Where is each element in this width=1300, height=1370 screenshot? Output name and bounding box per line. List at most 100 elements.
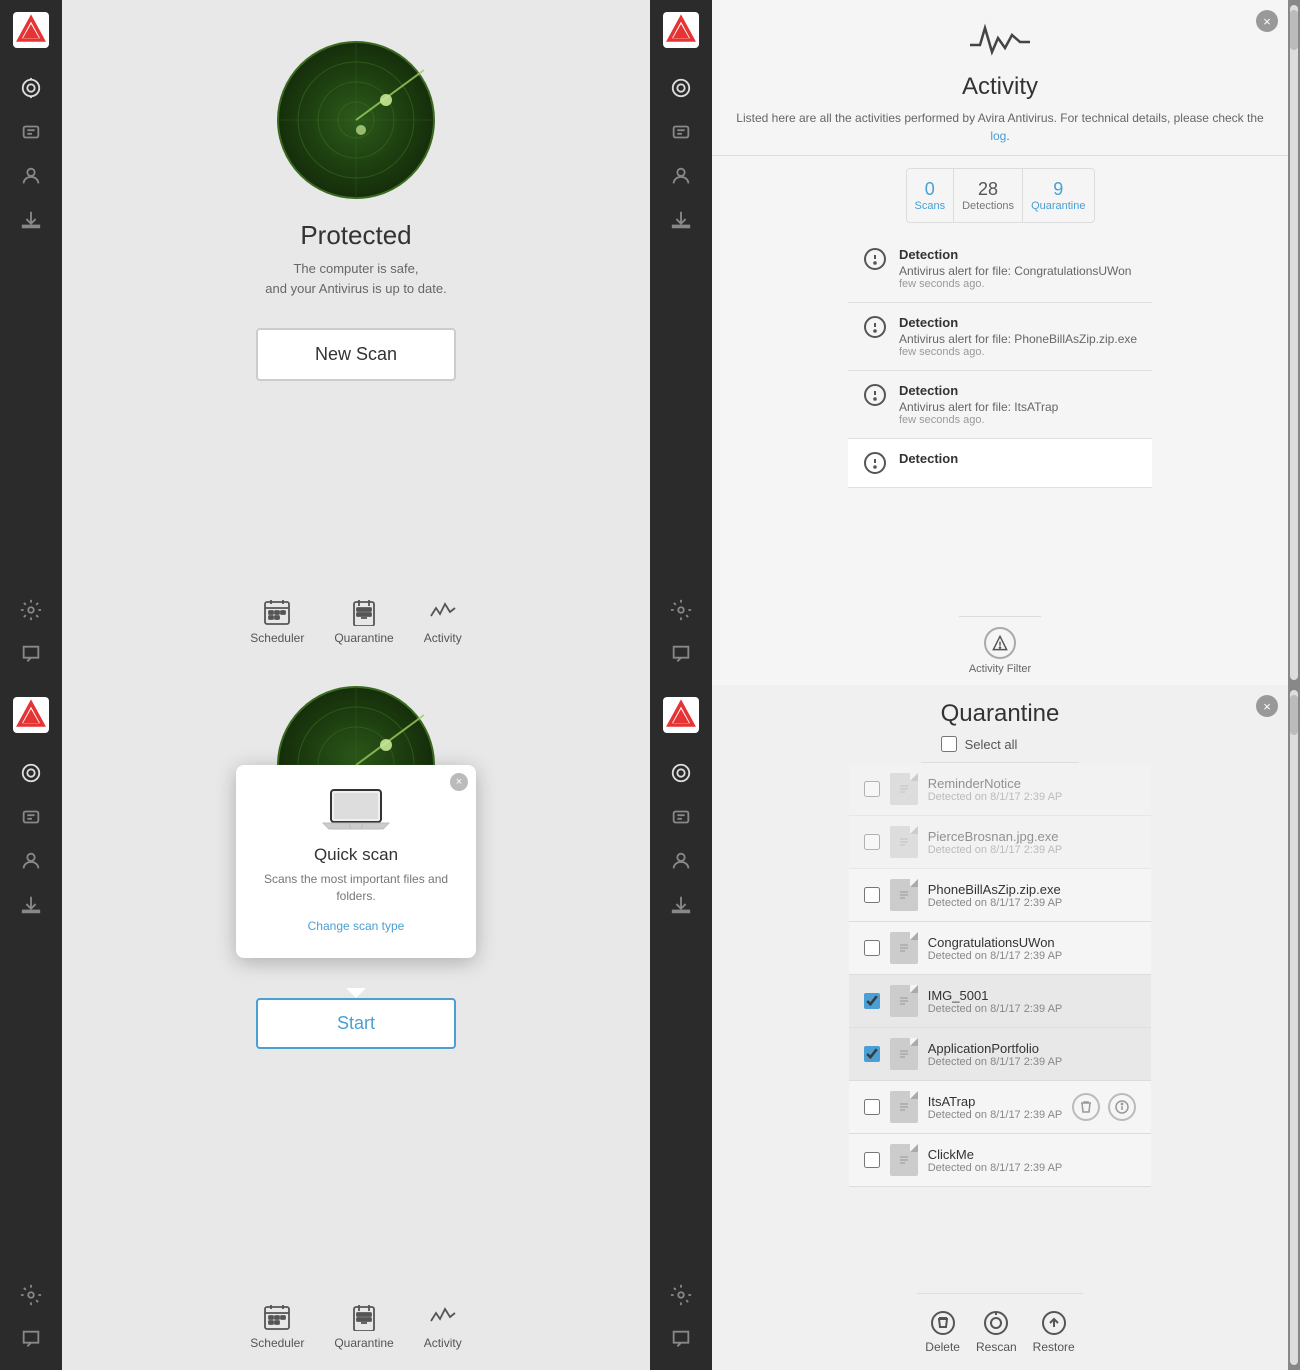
select-all-checkbox[interactable] xyxy=(941,736,957,752)
select-all-row: Select all xyxy=(941,736,1060,752)
activity-item-time-2: few seconds ago. xyxy=(899,414,1137,426)
activity-stats: 0 Scans 28 Detections 9 Quarantine xyxy=(906,168,1095,223)
activity-item-title-0: Detection xyxy=(899,247,1137,262)
quarantine-item-4: IMG_5001 Detected on 8/1/17 2:39 AP xyxy=(849,975,1152,1028)
nav-quarantine-label-bl: Quarantine xyxy=(334,1336,393,1350)
sidebar-icon-chat-br[interactable] xyxy=(662,1320,700,1358)
q-checkbox-0[interactable] xyxy=(864,781,880,797)
modal-desc: Scans the most important files and folde… xyxy=(261,871,451,905)
activity-item-3: Detection xyxy=(848,439,1152,488)
quarantine-delete-button[interactable]: Delete xyxy=(917,1302,968,1362)
activity-scrollbar-thumb[interactable] xyxy=(1290,10,1298,50)
sidebar-icon-shield-tr[interactable] xyxy=(662,113,700,151)
q-file-date-7: Detected on 8/1/17 2:39 AP xyxy=(928,1162,1137,1174)
activity-filter-icon[interactable] xyxy=(984,627,1016,659)
change-scan-type-link[interactable]: Change scan type xyxy=(261,919,451,933)
sidebar-icon-user-tr[interactable] xyxy=(662,157,700,195)
quarantine-item-3: CongratulationsUWon Detected on 8/1/17 2… xyxy=(849,922,1152,975)
activity-stat-scans[interactable]: 0 Scans xyxy=(907,169,955,222)
nav-activity-bl[interactable]: Activity xyxy=(424,1303,462,1350)
quarantine-item-0: ReminderNotice Detected on 8/1/17 2:39 A… xyxy=(849,763,1152,816)
avira-logo xyxy=(13,12,49,53)
activity-filter-label: Activity Filter xyxy=(969,663,1031,675)
quarantine-scrollbar-thumb[interactable] xyxy=(1290,695,1298,735)
sidebar-icon-chat-tr[interactable] xyxy=(662,635,700,673)
nav-scheduler[interactable]: Scheduler xyxy=(250,598,304,645)
sidebar-icon-shield-br[interactable] xyxy=(662,798,700,836)
q-checkbox-7[interactable] xyxy=(864,1152,880,1168)
sidebar-icon-chat-bl[interactable] xyxy=(12,1320,50,1358)
q-checkbox-3[interactable] xyxy=(864,940,880,956)
sidebar-icon-settings-br[interactable] xyxy=(662,1276,700,1314)
nav-activity-label: Activity xyxy=(424,631,462,645)
q-checkbox-5[interactable] xyxy=(864,1046,880,1062)
sidebar-icon-download-tr[interactable] xyxy=(662,201,700,239)
q-file-info-0: ReminderNotice Detected on 8/1/17 2:39 A… xyxy=(928,776,1137,803)
sidebar-icon-shield-bl[interactable] xyxy=(12,798,50,836)
activity-item-0: Detection Antivirus alert for file: Cong… xyxy=(848,235,1152,303)
quarantine-header: Quarantine Select all xyxy=(921,685,1080,763)
status-title: Protected xyxy=(300,220,411,251)
scans-label: Scans xyxy=(915,200,946,212)
sidebar-icon-user-bl[interactable] xyxy=(12,842,50,880)
q-file-name-5: ApplicationPortfolio xyxy=(928,1041,1137,1056)
sidebar-icon-download[interactable] xyxy=(12,201,50,239)
quarantine-close-button[interactable]: × xyxy=(1256,695,1278,717)
sidebar-icon-download-br[interactable] xyxy=(662,886,700,924)
sidebar-icon-chat[interactable] xyxy=(12,635,50,673)
sidebar-icon-user-br[interactable] xyxy=(662,842,700,880)
scans-num: 0 xyxy=(915,179,946,200)
detections-num: 28 xyxy=(962,179,1014,200)
quarantine-num: 9 xyxy=(1031,179,1085,200)
activity-filter-bar[interactable]: Activity Filter xyxy=(959,616,1041,685)
sidebar-tr xyxy=(650,0,712,685)
activity-close-button[interactable]: × xyxy=(1256,10,1278,32)
nav-scheduler-bl[interactable]: Scheduler xyxy=(250,1303,304,1350)
sidebar-icon-user[interactable] xyxy=(12,157,50,195)
activity-stat-detections[interactable]: 28 Detections xyxy=(954,169,1023,222)
sidebar-icon-download-bl[interactable] xyxy=(12,886,50,924)
modal-laptop-icon xyxy=(261,785,451,835)
activity-title: Activity xyxy=(962,73,1038,101)
nav-quarantine[interactable]: Quarantine xyxy=(334,598,393,645)
nav-quarantine-bl[interactable]: Quarantine xyxy=(334,1303,393,1350)
activity-scrollbar[interactable] xyxy=(1290,5,1298,680)
nav-activity-label-bl: Activity xyxy=(424,1336,462,1350)
sidebar-icon-settings[interactable] xyxy=(12,591,50,629)
q-file-name-3: CongratulationsUWon xyxy=(928,935,1137,950)
sidebar-icon-settings-bl[interactable] xyxy=(12,1276,50,1314)
modal-close-button[interactable]: × xyxy=(450,773,468,791)
sidebar-icon-scan-tr[interactable] xyxy=(662,69,700,107)
q-file-name-7: ClickMe xyxy=(928,1147,1137,1162)
activity-log-link[interactable]: log xyxy=(990,129,1006,143)
quarantine-main: × Quarantine Select all ReminderNotice D… xyxy=(712,685,1288,1370)
q-file-info-6: ItsATrap Detected on 8/1/17 2:39 AP xyxy=(928,1094,1063,1121)
new-scan-button[interactable]: New Scan xyxy=(256,328,456,381)
quarantine-scrollbar[interactable] xyxy=(1290,690,1298,1365)
q-item-actions-6 xyxy=(1072,1093,1136,1121)
nav-scheduler-label: Scheduler xyxy=(250,631,304,645)
quarantine-restore-button[interactable]: Restore xyxy=(1025,1302,1083,1362)
q-delete-icon-6[interactable] xyxy=(1072,1093,1100,1121)
q-checkbox-1[interactable] xyxy=(864,834,880,850)
q-file-icon-2 xyxy=(890,879,918,911)
q-info-icon-6[interactable] xyxy=(1108,1093,1136,1121)
sidebar-icon-scan-bl[interactable] xyxy=(12,754,50,792)
activity-item-alert-icon-1 xyxy=(863,315,887,339)
start-button[interactable]: Start xyxy=(256,998,456,1049)
q-file-date-1: Detected on 8/1/17 2:39 AP xyxy=(928,844,1137,856)
q-checkbox-6[interactable] xyxy=(864,1099,880,1115)
modal-container: × Quick scan Scans the most important fi… xyxy=(62,765,650,1370)
sidebar-icon-settings-tr[interactable] xyxy=(662,591,700,629)
select-all-label: Select all xyxy=(965,737,1018,752)
nav-activity[interactable]: Activity xyxy=(424,598,462,645)
activity-stat-quarantine[interactable]: 9 Quarantine xyxy=(1023,169,1093,222)
q-checkbox-2[interactable] xyxy=(864,887,880,903)
quarantine-item-2: PhoneBillAsZip.zip.exe Detected on 8/1/1… xyxy=(849,869,1152,922)
quarantine-delete-label: Delete xyxy=(925,1340,960,1354)
q-checkbox-4[interactable] xyxy=(864,993,880,1009)
sidebar-icon-scan[interactable] xyxy=(12,69,50,107)
quarantine-rescan-button[interactable]: Rescan xyxy=(968,1302,1025,1362)
sidebar-icon-shield[interactable] xyxy=(12,113,50,151)
sidebar-icon-scan-br[interactable] xyxy=(662,754,700,792)
